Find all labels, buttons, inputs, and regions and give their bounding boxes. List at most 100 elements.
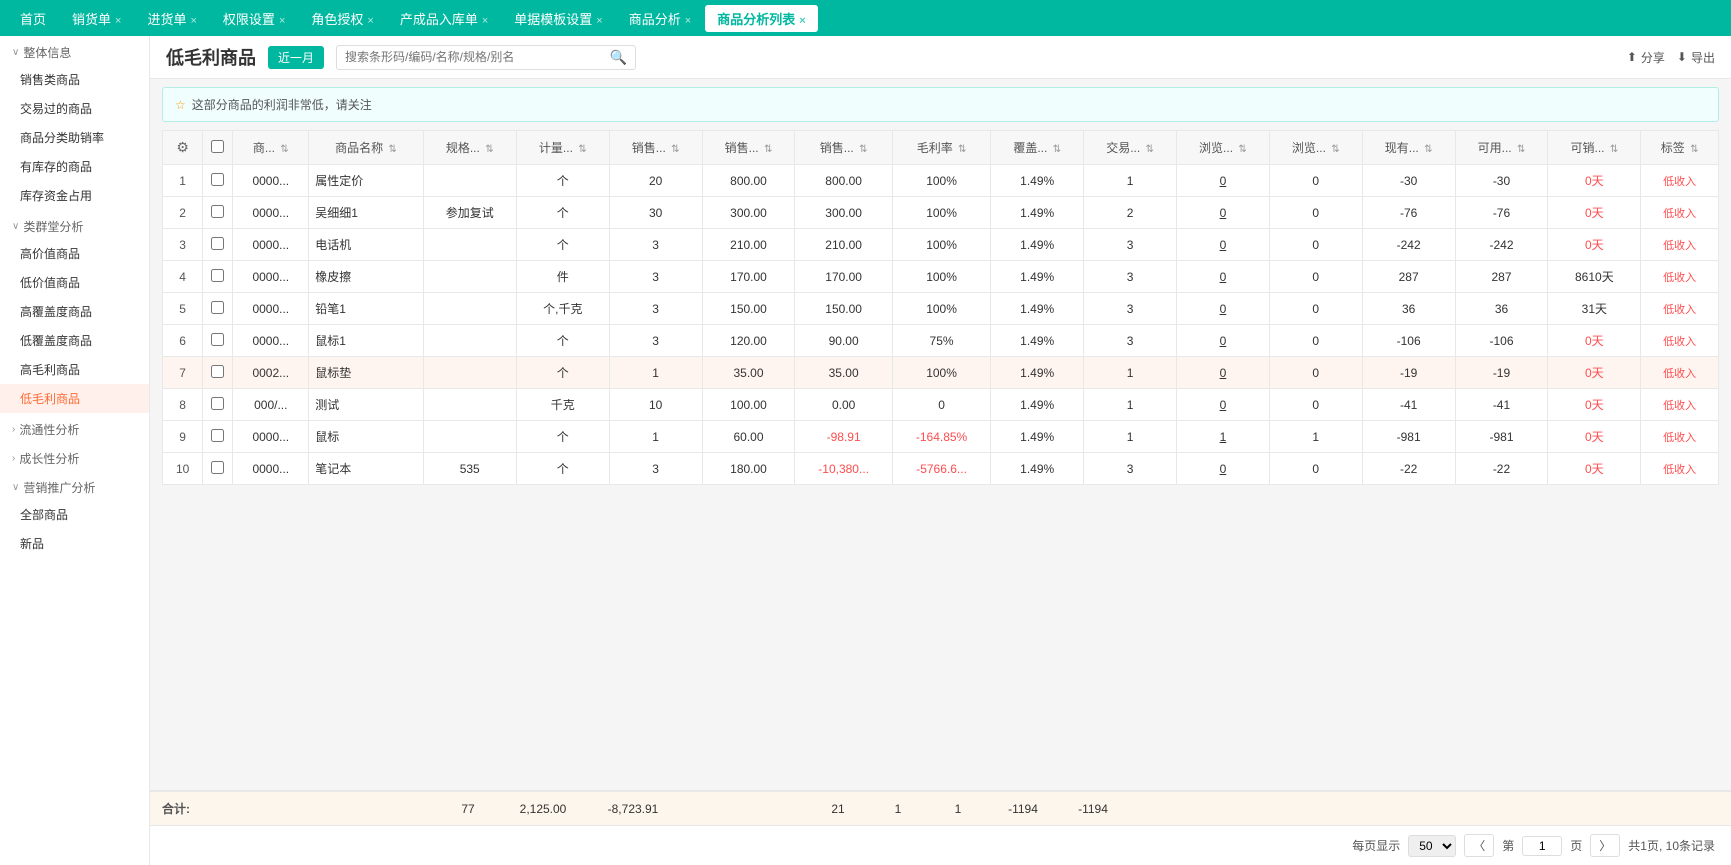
col-sale-price[interactable]: 销售... ⇅ bbox=[702, 131, 795, 165]
select-all-checkbox[interactable] bbox=[211, 140, 224, 153]
close-icon[interactable]: × bbox=[482, 15, 488, 27]
next-page-button[interactable]: 〉 bbox=[1590, 834, 1620, 857]
row-stock: -106 bbox=[1362, 325, 1455, 357]
sidebar-item-高覆盖度商品[interactable]: 高覆盖度商品 bbox=[0, 297, 149, 326]
col-sale-amount[interactable]: 销售... ⇅ bbox=[795, 131, 892, 165]
sidebar-group-0[interactable]: ∨ 整体信息 bbox=[0, 36, 149, 65]
row-view1[interactable]: 0 bbox=[1176, 389, 1269, 421]
col-tag[interactable]: 标签 ⇅ bbox=[1641, 131, 1719, 165]
sidebar-item-交易过的商品[interactable]: 交易过的商品 bbox=[0, 94, 149, 123]
nav-item-权限设置[interactable]: 权限设置× bbox=[211, 5, 297, 32]
row-sale-qty: 1 bbox=[609, 421, 702, 453]
footer-view1: 1 bbox=[868, 802, 928, 816]
row-stock: -981 bbox=[1362, 421, 1455, 453]
sidebar-item-全部商品[interactable]: 全部商品 bbox=[0, 500, 149, 529]
row-checkbox-input[interactable] bbox=[211, 173, 224, 186]
row-view1[interactable]: 0 bbox=[1176, 165, 1269, 197]
col-sale-qty[interactable]: 销售... ⇅ bbox=[609, 131, 702, 165]
col-available[interactable]: 可用... ⇅ bbox=[1455, 131, 1548, 165]
row-view1[interactable]: 0 bbox=[1176, 357, 1269, 389]
sidebar-group-1[interactable]: ∨ 类群堂分析 bbox=[0, 210, 149, 239]
nav-item-商品分析列表[interactable]: 商品分析列表× bbox=[705, 5, 817, 32]
page-input[interactable] bbox=[1522, 836, 1562, 856]
row-view1[interactable]: 0 bbox=[1176, 453, 1269, 485]
col-coverage[interactable]: 覆盖... ⇅ bbox=[991, 131, 1084, 165]
prev-page-button[interactable]: 〈 bbox=[1464, 834, 1494, 857]
col-view1[interactable]: 浏览... ⇅ bbox=[1176, 131, 1269, 165]
sidebar-item-低毛利商品[interactable]: 低毛利商品 bbox=[0, 384, 149, 413]
export-button[interactable]: ⬇ 导出 bbox=[1677, 49, 1715, 66]
share-button[interactable]: ⬆ 分享 bbox=[1627, 49, 1665, 66]
row-checkbox[interactable] bbox=[203, 293, 233, 325]
col-stock[interactable]: 现有... ⇅ bbox=[1362, 131, 1455, 165]
row-checkbox-input[interactable] bbox=[211, 333, 224, 346]
search-input[interactable] bbox=[345, 50, 610, 64]
row-view1[interactable]: 1 bbox=[1176, 421, 1269, 453]
row-checkbox[interactable] bbox=[203, 421, 233, 453]
sidebar-item-低覆盖度商品[interactable]: 低覆盖度商品 bbox=[0, 326, 149, 355]
col-unit[interactable]: 计量... ⇅ bbox=[516, 131, 609, 165]
sidebar-item-高毛利商品[interactable]: 高毛利商品 bbox=[0, 355, 149, 384]
nav-item-进货单[interactable]: 进货单× bbox=[135, 5, 208, 32]
nav-item-单据模板设置[interactable]: 单据模板设置× bbox=[502, 5, 614, 32]
sidebar-item-高价值商品[interactable]: 高价值商品 bbox=[0, 239, 149, 268]
row-checkbox[interactable] bbox=[203, 325, 233, 357]
search-box[interactable]: 🔍 bbox=[336, 45, 636, 70]
close-icon[interactable]: × bbox=[799, 15, 805, 27]
close-icon[interactable]: × bbox=[367, 15, 373, 27]
sidebar-item-商品分类助销率[interactable]: 商品分类助销率 bbox=[0, 123, 149, 152]
sidebar-item-低价值商品[interactable]: 低价值商品 bbox=[0, 268, 149, 297]
row-checkbox-input[interactable] bbox=[211, 269, 224, 282]
row-checkbox-input[interactable] bbox=[211, 301, 224, 314]
close-icon[interactable]: × bbox=[115, 15, 121, 27]
row-checkbox-input[interactable] bbox=[211, 461, 224, 474]
row-view1[interactable]: 0 bbox=[1176, 325, 1269, 357]
row-checkbox[interactable] bbox=[203, 389, 233, 421]
col-trade[interactable]: 交易... ⇅ bbox=[1084, 131, 1177, 165]
close-icon[interactable]: × bbox=[279, 15, 285, 27]
row-checkbox-input[interactable] bbox=[211, 237, 224, 250]
col-view2[interactable]: 浏览... ⇅ bbox=[1269, 131, 1362, 165]
row-checkbox-input[interactable] bbox=[211, 429, 224, 442]
row-checkbox[interactable] bbox=[203, 261, 233, 293]
row-checkbox[interactable] bbox=[203, 229, 233, 261]
gear-icon[interactable]: ⚙ bbox=[176, 139, 189, 155]
close-icon[interactable]: × bbox=[190, 15, 196, 27]
row-available: -19 bbox=[1455, 357, 1548, 389]
row-checkbox-input[interactable] bbox=[211, 365, 224, 378]
col-gross-rate[interactable]: 毛利率 ⇅ bbox=[892, 131, 990, 165]
sidebar-group-2[interactable]: › 流通性分析 bbox=[0, 413, 149, 442]
nav-item-首页[interactable]: 首页 bbox=[8, 5, 58, 32]
row-checkbox[interactable] bbox=[203, 357, 233, 389]
row-checkbox-input[interactable] bbox=[211, 205, 224, 218]
close-icon[interactable]: × bbox=[596, 15, 602, 27]
row-view1[interactable]: 0 bbox=[1176, 229, 1269, 261]
close-icon[interactable]: × bbox=[685, 15, 691, 27]
nav-item-商品分析[interactable]: 商品分析× bbox=[617, 5, 703, 32]
sidebar-item-销售类商品[interactable]: 销售类商品 bbox=[0, 65, 149, 94]
col-gear[interactable]: ⚙ bbox=[163, 131, 203, 165]
table-row: 2 0000... 吴细细1 参加复试 个 30 300.00 300.00 1… bbox=[163, 197, 1719, 229]
nav-item-产成品入库单[interactable]: 产成品入库单× bbox=[388, 5, 500, 32]
row-checkbox[interactable] bbox=[203, 165, 233, 197]
sidebar-item-新品[interactable]: 新品 bbox=[0, 529, 149, 558]
row-checkbox[interactable] bbox=[203, 453, 233, 485]
sidebar-group-3[interactable]: › 成长性分析 bbox=[0, 442, 149, 471]
row-code: 0000... bbox=[233, 421, 309, 453]
sidebar-item-有库存的商品[interactable]: 有库存的商品 bbox=[0, 152, 149, 181]
col-code[interactable]: 商... ⇅ bbox=[233, 131, 309, 165]
nav-item-销货单[interactable]: 销货单× bbox=[60, 5, 133, 32]
nav-item-角色授权[interactable]: 角色授权× bbox=[299, 5, 385, 32]
col-name[interactable]: 商品名称 ⇅ bbox=[309, 131, 423, 165]
row-view1[interactable]: 0 bbox=[1176, 261, 1269, 293]
period-button[interactable]: 近一月 bbox=[268, 46, 324, 69]
row-checkbox[interactable] bbox=[203, 197, 233, 229]
sidebar-group-4[interactable]: ∨ 营销推广分析 bbox=[0, 471, 149, 500]
col-spec[interactable]: 规格... ⇅ bbox=[423, 131, 516, 165]
page-size-select[interactable]: 50 bbox=[1408, 835, 1456, 857]
row-view1[interactable]: 0 bbox=[1176, 293, 1269, 325]
col-saleable[interactable]: 可销... ⇅ bbox=[1548, 131, 1641, 165]
sidebar-item-库存资金占用[interactable]: 库存资金占用 bbox=[0, 181, 149, 210]
row-view1[interactable]: 0 bbox=[1176, 197, 1269, 229]
row-checkbox-input[interactable] bbox=[211, 397, 224, 410]
